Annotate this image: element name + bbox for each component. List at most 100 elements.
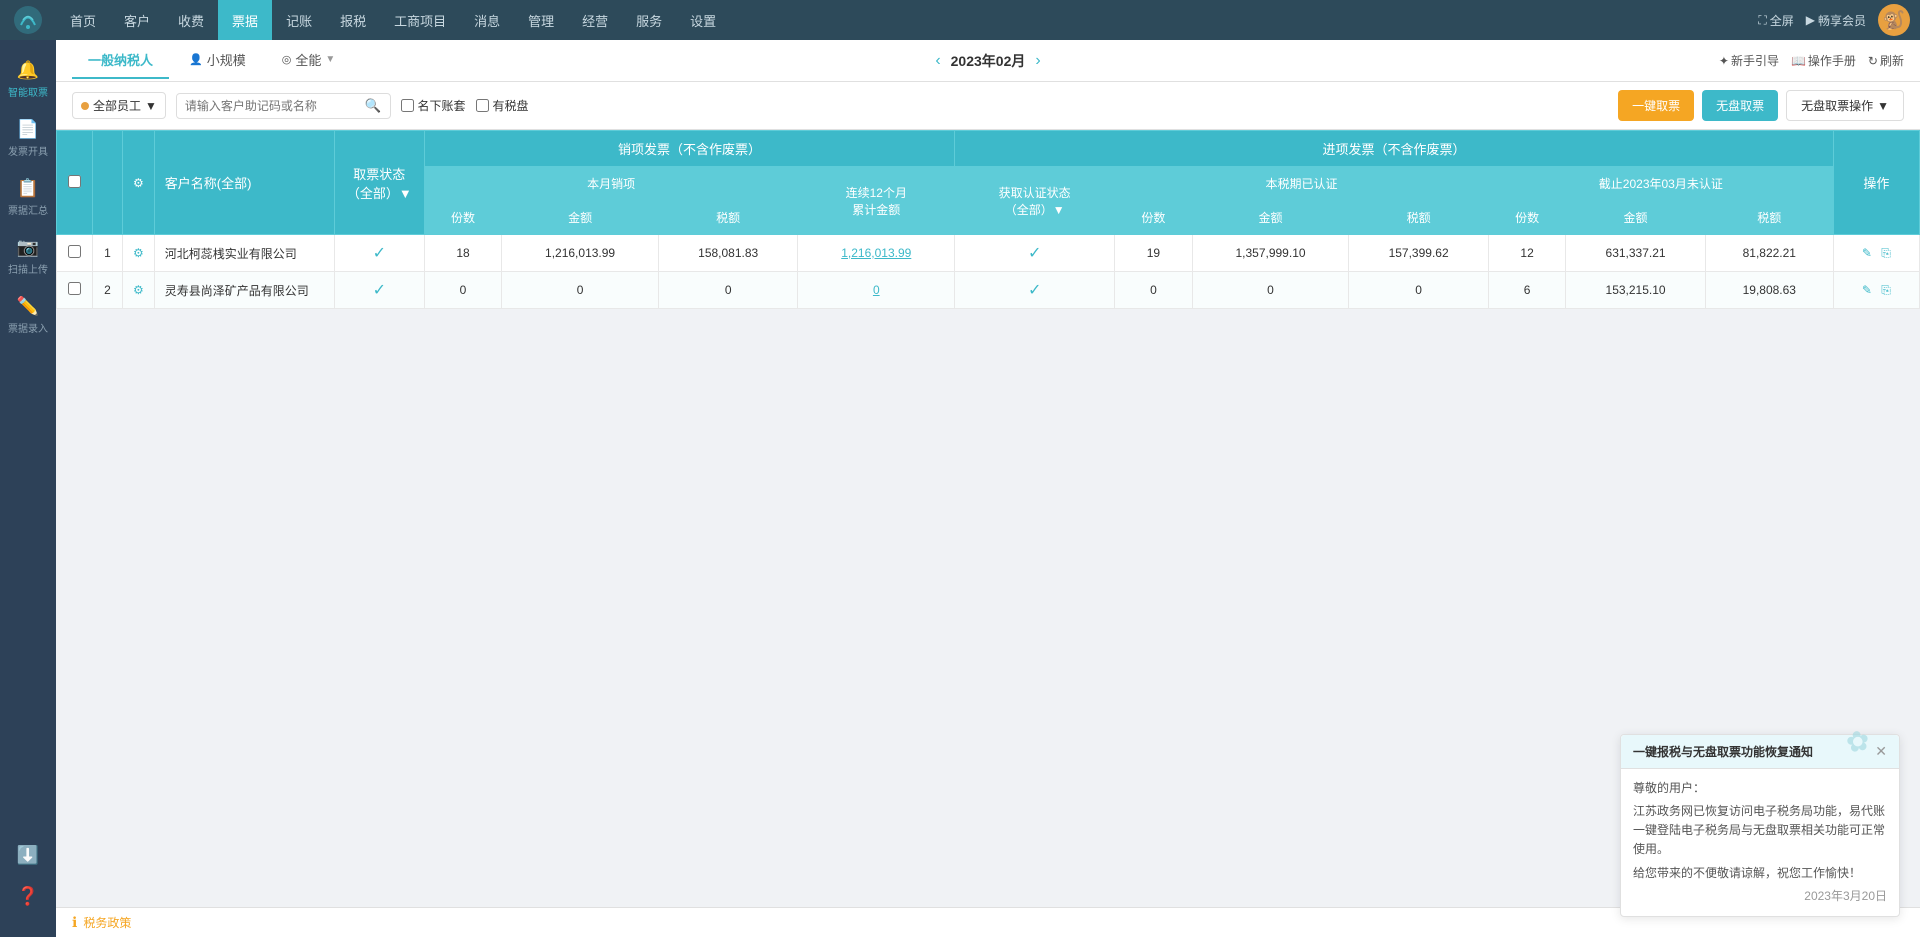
member-icon: ▶ xyxy=(1806,13,1815,27)
one-click-btn[interactable]: 一键取票 xyxy=(1618,90,1694,121)
sidebar-item-invoice-open[interactable]: 📄 发票开具 xyxy=(0,109,56,168)
row-cancel-status: ✓ xyxy=(334,235,424,272)
nav-tax[interactable]: 报税 xyxy=(326,0,380,40)
row-actions: ✎ ⎘ xyxy=(1833,235,1919,272)
notification-panel: 一键报税与无盘取票功能恢复通知 ✕ 尊敬的用户： 江苏政务网已恢复访问电子税务局… xyxy=(1620,734,1900,917)
check-icon: ✓ xyxy=(373,245,386,262)
row-settings[interactable]: ⚙ xyxy=(123,272,155,309)
star-icon: ✦ xyxy=(1719,54,1729,68)
col-cancel-status-header: 取票状态（全部）▼ xyxy=(334,131,424,235)
notification-decoration: ✿ xyxy=(1843,723,1872,760)
cert-check-icon: ✓ xyxy=(1028,282,1041,299)
has-disk-checkbox[interactable] xyxy=(476,99,489,112)
left-sidebar: 🔔 智能取票 📄 发票开具 📋 票据汇总 📷 扫描上传 ✏️ 票据录入 ⬇️ ❓ xyxy=(0,40,56,937)
no-disk-ops-btn[interactable]: 无盘取票操作 ▼ xyxy=(1786,90,1904,121)
user-avatar[interactable]: 🐒 xyxy=(1878,4,1910,36)
fullscreen-btn[interactable]: ⛶ 全屏 xyxy=(1758,12,1793,29)
row-cancel-status: ✓ xyxy=(334,272,424,309)
sidebar-item-smart-collect[interactable]: 🔔 智能取票 xyxy=(0,50,56,109)
tab-all[interactable]: ◎ 全能 ▼ xyxy=(266,42,352,79)
sidebar-item-download[interactable]: ⬇️ xyxy=(17,835,39,876)
row-settings[interactable]: ⚙ xyxy=(123,235,155,272)
search-button[interactable]: 🔍 xyxy=(357,94,390,118)
nav-settings[interactable]: 设置 xyxy=(676,0,730,40)
employee-dot xyxy=(81,102,89,110)
row-period-tax: 0 xyxy=(1349,272,1488,309)
sidebar-item-scan-upload[interactable]: 📷 扫描上传 xyxy=(0,227,56,286)
row-period-count: 0 xyxy=(1115,272,1192,309)
nav-customer[interactable]: 客户 xyxy=(110,0,164,40)
row-uncert-count: 12 xyxy=(1488,235,1565,272)
nav-bizproject[interactable]: 工商项目 xyxy=(380,0,460,40)
top-navigation: 首页 客户 收费 票据 记账 报税 工商项目 消息 管理 经营 服务 设置 ⛶ … xyxy=(0,0,1920,40)
row-actions: ✎ ⎘ xyxy=(1833,272,1919,309)
filter-owned-accounts[interactable]: 名下账套 xyxy=(401,97,466,114)
new-guide-btn[interactable]: ✦ 新手引导 xyxy=(1719,52,1779,69)
app-logo[interactable] xyxy=(10,2,46,38)
small-icon: 👤 xyxy=(189,53,203,66)
invoice-open-icon: 📄 xyxy=(17,119,39,140)
nav-message[interactable]: 消息 xyxy=(460,0,514,40)
nav-service[interactable]: 服务 xyxy=(622,0,676,40)
search-input[interactable] xyxy=(177,95,357,117)
help-icon: ❓ xyxy=(17,886,39,907)
select-all-checkbox[interactable] xyxy=(68,175,81,188)
copy-icon[interactable]: ⎘ xyxy=(1881,283,1891,297)
period-prev-btn[interactable]: ‹ xyxy=(935,52,940,70)
row-customer: 灵寿县尚泽矿产品有限公司 xyxy=(154,272,334,309)
sidebar-item-data-entry[interactable]: ✏️ 票据录入 xyxy=(0,286,56,345)
col-sales-tax-header: 税额 xyxy=(658,201,797,235)
nav-accounting[interactable]: 记账 xyxy=(272,0,326,40)
period-next-btn[interactable]: › xyxy=(1035,52,1040,70)
manual-btn[interactable]: 📖 操作手册 xyxy=(1791,52,1856,69)
edit-icon[interactable]: ✎ xyxy=(1862,283,1872,297)
sidebar-item-help[interactable]: ❓ xyxy=(17,876,39,917)
row-checkbox[interactable] xyxy=(57,272,93,309)
sidebar-item-invoice-summary[interactable]: 📋 票据汇总 xyxy=(0,168,56,227)
owned-accounts-checkbox[interactable] xyxy=(401,99,414,112)
row-cumulative[interactable]: 1,216,013.99 xyxy=(798,235,955,272)
nav-home[interactable]: 首页 xyxy=(56,0,110,40)
tab-general[interactable]: 一般纳税人 xyxy=(72,42,169,79)
employee-filter[interactable]: 全部员工 ▼ xyxy=(72,92,166,119)
col-customer-header: 客户名称(全部) xyxy=(154,131,334,235)
edit-icon[interactable]: ✎ xyxy=(1862,246,1872,260)
row-month-count: 18 xyxy=(424,235,501,272)
row-uncert-amount: 631,337.21 xyxy=(1566,235,1705,272)
status-text[interactable]: 税务政策 xyxy=(83,914,131,931)
col-cert-status-header: 获取认证状态（全部）▼ xyxy=(955,167,1115,235)
col-purchase-header: 进项发票（不含作废票） xyxy=(955,131,1834,167)
nav-income[interactable]: 收费 xyxy=(164,0,218,40)
search-box: 🔍 xyxy=(176,93,391,119)
row-cumulative[interactable]: 0 xyxy=(798,272,955,309)
info-icon: ℹ xyxy=(72,914,77,931)
row-index: 2 xyxy=(93,272,123,309)
invoice-summary-icon: 📋 xyxy=(17,178,39,199)
notification-text: 江苏政务网已恢复访问电子税务局功能，易代账一键登陆电子税务局与无盘取票相关功能可… xyxy=(1633,802,1887,860)
tab-small[interactable]: 👤 小规模 xyxy=(173,42,262,79)
copy-icon[interactable]: ⎘ xyxy=(1881,246,1891,260)
no-disk-btn[interactable]: 无盘取票 xyxy=(1702,90,1778,121)
col-uncert-amount-header: 金额 xyxy=(1566,201,1705,235)
dropdown-icon: ▼ xyxy=(325,54,335,65)
col-current-month-header: 本月销项 xyxy=(424,167,798,201)
nav-invoice[interactable]: 票据 xyxy=(218,0,272,40)
filter-has-disk[interactable]: 有税盘 xyxy=(476,97,529,114)
notification-close-btn[interactable]: ✕ xyxy=(1875,743,1887,760)
bell-icon: 🔔 xyxy=(17,60,39,81)
nav-operation[interactable]: 经营 xyxy=(568,0,622,40)
col-checkbox xyxy=(57,131,93,235)
nav-manage[interactable]: 管理 xyxy=(514,0,568,40)
table-body: 1 ⚙ 河北柯蕊桟实业有限公司 ✓ 18 1,216,013.99 158,08… xyxy=(57,235,1920,309)
col-settings-header: ⚙ xyxy=(123,131,155,235)
notification-greeting: 尊敬的用户： xyxy=(1633,779,1887,798)
row-checkbox[interactable] xyxy=(57,235,93,272)
col-period-count-header: 份数 xyxy=(1115,201,1192,235)
refresh-btn[interactable]: ↻ 刷新 xyxy=(1868,52,1904,69)
row-period-tax: 157,399.62 xyxy=(1349,235,1488,272)
notification-title: 一键报税与无盘取票功能恢复通知 xyxy=(1633,743,1813,760)
row-month-amount: 0 xyxy=(502,272,659,309)
row-month-tax: 158,081.83 xyxy=(658,235,797,272)
notification-body: 尊敬的用户： 江苏政务网已恢复访问电子税务局功能，易代账一键登陆电子税务局与无盘… xyxy=(1621,769,1899,916)
member-btn[interactable]: ▶ 畅享会员 xyxy=(1806,12,1866,29)
